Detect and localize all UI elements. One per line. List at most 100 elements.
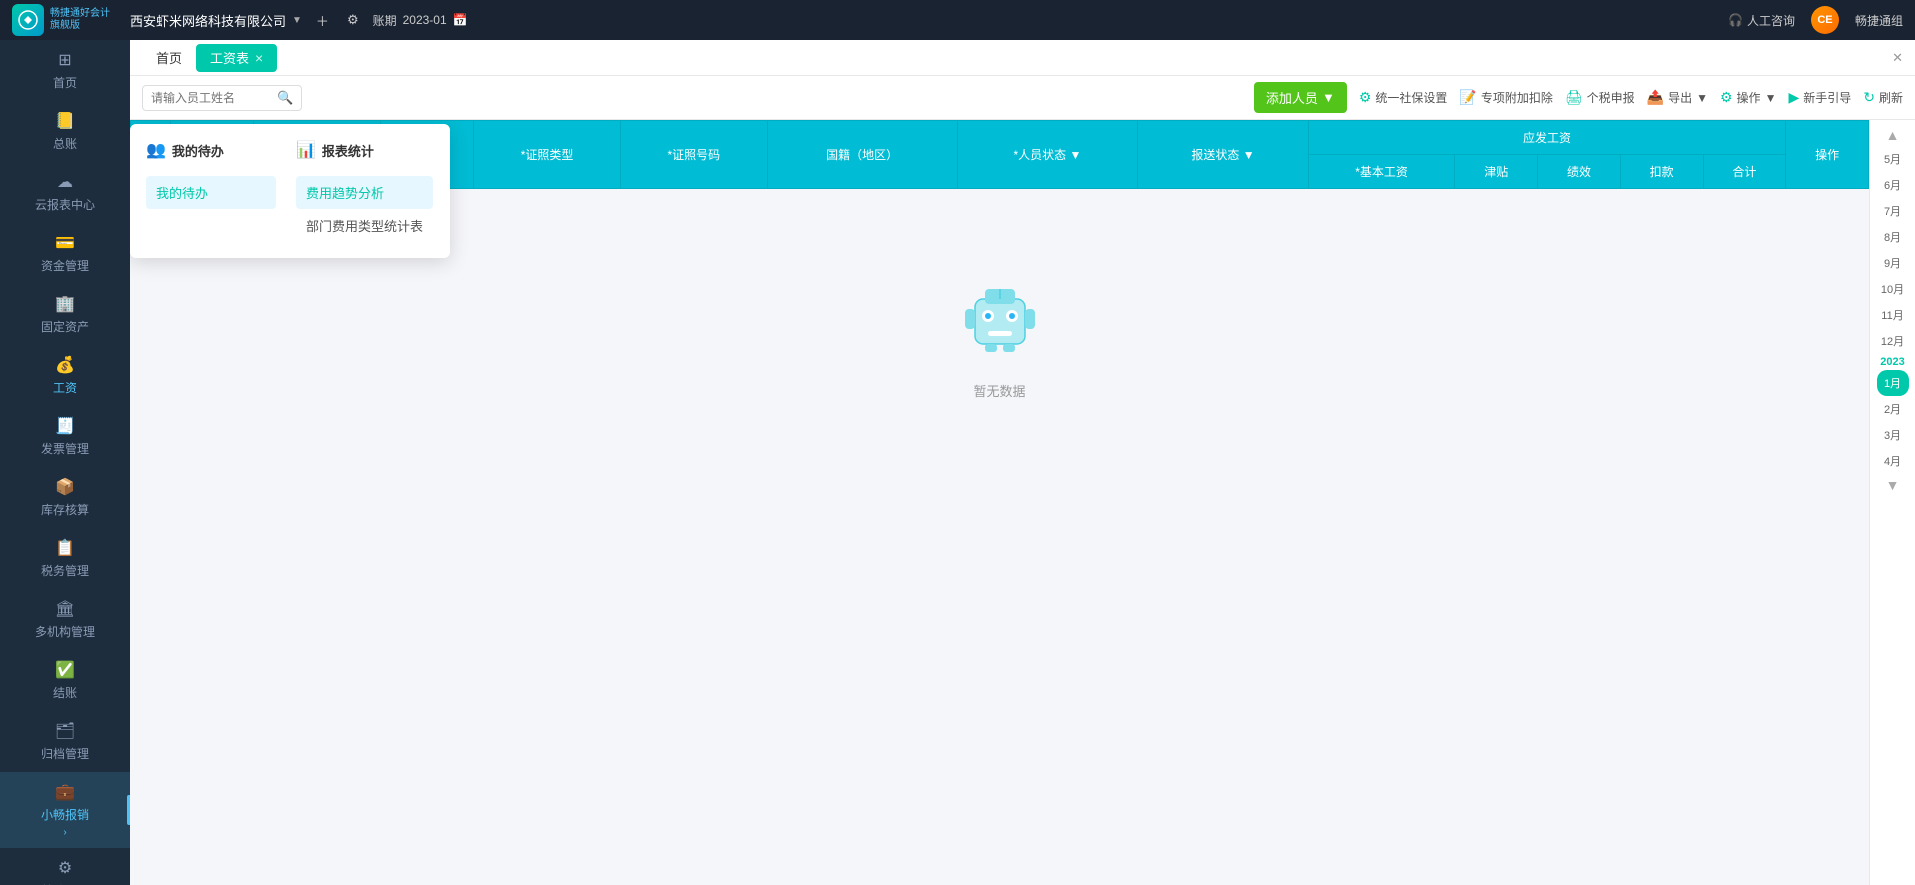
sidebar-item-label: 结账 [53, 684, 77, 701]
sidebar-item-tax-mgmt[interactable]: 📋 税务管理 [0, 528, 130, 589]
col1-title-label: 我的待办 [172, 141, 224, 160]
sidebar-item-invoice-mgmt[interactable]: 🧾 发票管理 [0, 406, 130, 467]
sidebar-item-label: 发票管理 [41, 440, 89, 457]
top-bar-actions: 🎧 人工咨询 CE 畅捷通组 [1728, 6, 1903, 34]
timeline-month-9[interactable]: 9月 [1870, 250, 1915, 276]
archive-icon: 🗂 [55, 721, 75, 741]
main-layout: ⊞ 首页 📒 总账 ☁ 云报表中心 💳 资金管理 🏢 固定资产 💰 工资 [0, 40, 1915, 885]
no-data-text: 暂无数据 [973, 381, 1025, 400]
calendar-icon[interactable]: 📅 [453, 13, 468, 27]
tab-close-all[interactable]: ✕ [1892, 50, 1903, 66]
sidebar-item-label: 库存核算 [41, 501, 89, 518]
period-value: 2023-01 [403, 13, 447, 27]
expense-trend-label: 费用趋势分析 [306, 186, 384, 201]
sidebar-item-label: 小畅报销 [41, 806, 89, 823]
sidebar-item-xiaochang[interactable]: 💼 小畅报销 › [0, 772, 130, 848]
sidebar-item-fund-mgmt[interactable]: 💳 资金管理 [0, 223, 130, 284]
home-icon: ⊞ [58, 50, 71, 70]
pending-icon: 👥 [146, 140, 166, 160]
tab-home[interactable]: 首页 [142, 44, 196, 72]
sidebar-item-cloud-report[interactable]: ☁ 云报表中心 [0, 162, 130, 223]
guide-icon: ▶ [1788, 89, 1799, 106]
th-report-status: 报送状态 ▼ [1138, 121, 1308, 189]
user-name: 畅捷通组 [1855, 12, 1903, 29]
dropdown-arrow-icon: ▼ [1322, 90, 1335, 105]
settings-icon[interactable]: ⚙ [343, 8, 363, 32]
service-button[interactable]: 🎧 人工咨询 [1728, 12, 1795, 29]
no-data-illustration [950, 269, 1050, 369]
personal-tax-action[interactable]: 🖨 个税申报 [1565, 89, 1635, 106]
operations-dropdown-icon: ▼ [1765, 91, 1777, 105]
dropdown-menu: 👥 我的待办 我的待办 📊 报表统计 费用趋势分析 [130, 124, 450, 258]
sidebar-item-label: 总账 [53, 135, 77, 152]
sidebar-item-label: 云报表中心 [35, 196, 95, 213]
sidebar-item-label: 多机构管理 [35, 623, 95, 640]
timeline-scroll-down[interactable]: ▼ [1886, 474, 1900, 496]
operations-action[interactable]: ⚙ 操作 ▼ [1720, 89, 1776, 106]
timeline-month-6[interactable]: 6月 [1870, 172, 1915, 198]
timeline-month-1-current[interactable]: 1月 [1877, 370, 1909, 396]
dropdown-item-expense-trend[interactable]: 费用趋势分析 [296, 176, 433, 209]
tab-bar: 首页 工资表 × ✕ [130, 40, 1915, 76]
sidebar-item-archive-mgmt[interactable]: 🗂 归档管理 [0, 711, 130, 772]
sidebar-item-settlement[interactable]: ✅ 结账 [0, 650, 130, 711]
chevron-right-icon: › [63, 827, 66, 838]
th-id-type: *证照类型 [474, 121, 621, 189]
top-bar: 畅捷通好会计 旗舰版 西安虾米网络科技有限公司 ▼ ＋ ⚙ 账期 2023-01… [0, 0, 1915, 40]
close-tab-icon[interactable]: × [255, 50, 263, 66]
deduction-icon: 📝 [1459, 89, 1476, 106]
filter-icon[interactable]: ▼ [1070, 148, 1082, 162]
unified-social-security-action[interactable]: ⚙ 统一社保设置 [1359, 89, 1448, 106]
logo-area: 畅捷通好会计 旗舰版 [12, 4, 110, 36]
sidebar-item-basic-settings[interactable]: ⚙ 基础设置 [0, 848, 130, 885]
timeline-month-5[interactable]: 5月 [1870, 146, 1915, 172]
add-btn-label: 添加人员 [1266, 88, 1318, 107]
special-deduction-action[interactable]: 📝 专项附加扣除 [1459, 89, 1552, 106]
settings-icon: ⚙ [58, 858, 72, 878]
dropdown-item-pending[interactable]: 我的待办 [146, 176, 276, 209]
tab-salary-table[interactable]: 工资表 × [196, 44, 277, 72]
sidebar-item-fixed-assets[interactable]: 🏢 固定资产 [0, 284, 130, 345]
sidebar-item-salary[interactable]: 💰 工资 [0, 345, 130, 406]
sidebar-item-home[interactable]: ⊞ 首页 [0, 40, 130, 101]
period-label: 账期 [373, 12, 397, 29]
dept-expense-label: 部门费用类型统计表 [306, 219, 423, 234]
company-name: 西安虾米网络科技有限公司 [130, 11, 286, 30]
operations-icon: ⚙ [1720, 89, 1733, 106]
add-person-button[interactable]: 添加人员 ▼ [1254, 82, 1347, 113]
toolbar-right: 添加人员 ▼ ⚙ 统一社保设置 📝 专项附加扣除 🖨 个税申报 [1254, 82, 1903, 113]
timeline-month-2[interactable]: 2月 [1870, 396, 1915, 422]
social-security-icon: ⚙ [1359, 89, 1372, 106]
sidebar-item-general-ledger[interactable]: 📒 总账 [0, 101, 130, 162]
timeline-month-12[interactable]: 12月 [1870, 328, 1915, 354]
timeline-month-11[interactable]: 11月 [1870, 302, 1915, 328]
th-operations: 操作 [1786, 121, 1869, 189]
refresh-action[interactable]: ↻ 刷新 [1863, 89, 1903, 106]
export-action[interactable]: 📤 导出 ▼ [1647, 89, 1708, 106]
cloud-icon: ☁ [57, 172, 73, 192]
tax-icon: 📋 [55, 538, 75, 558]
filter-icon[interactable]: ▼ [1243, 148, 1255, 162]
timeline-month-7[interactable]: 7月 [1870, 198, 1915, 224]
search-input[interactable] [151, 91, 271, 105]
chevron-down-icon: ▼ [292, 15, 302, 26]
timeline-month-8[interactable]: 8月 [1870, 224, 1915, 250]
dropdown-item-dept-expense[interactable]: 部门费用类型统计表 [296, 209, 433, 242]
assets-icon: 🏢 [55, 294, 75, 314]
action-label: 专项附加扣除 [1481, 89, 1553, 106]
add-company-button[interactable]: ＋ [312, 7, 333, 34]
th-deductions: 扣款 [1620, 155, 1703, 189]
company-selector[interactable]: 西安虾米网络科技有限公司 ▼ [130, 11, 302, 30]
timeline-month-3[interactable]: 3月 [1870, 422, 1915, 448]
action-label: 个税申报 [1587, 89, 1635, 106]
sidebar-item-multi-org[interactable]: 🏛 多机构管理 [0, 589, 130, 650]
sidebar-item-inventory[interactable]: 📦 库存核算 [0, 467, 130, 528]
timeline-month-4[interactable]: 4月 [1870, 448, 1915, 474]
new-guide-action[interactable]: ▶ 新手引导 [1788, 89, 1851, 106]
headset-icon: 🎧 [1728, 13, 1743, 27]
timeline-month-10[interactable]: 10月 [1870, 276, 1915, 302]
period-info: 账期 2023-01 📅 [373, 12, 468, 29]
th-id-no: *证照号码 [620, 121, 767, 189]
timeline-scroll-up[interactable]: ▲ [1886, 124, 1900, 146]
logo-icon [12, 4, 44, 36]
